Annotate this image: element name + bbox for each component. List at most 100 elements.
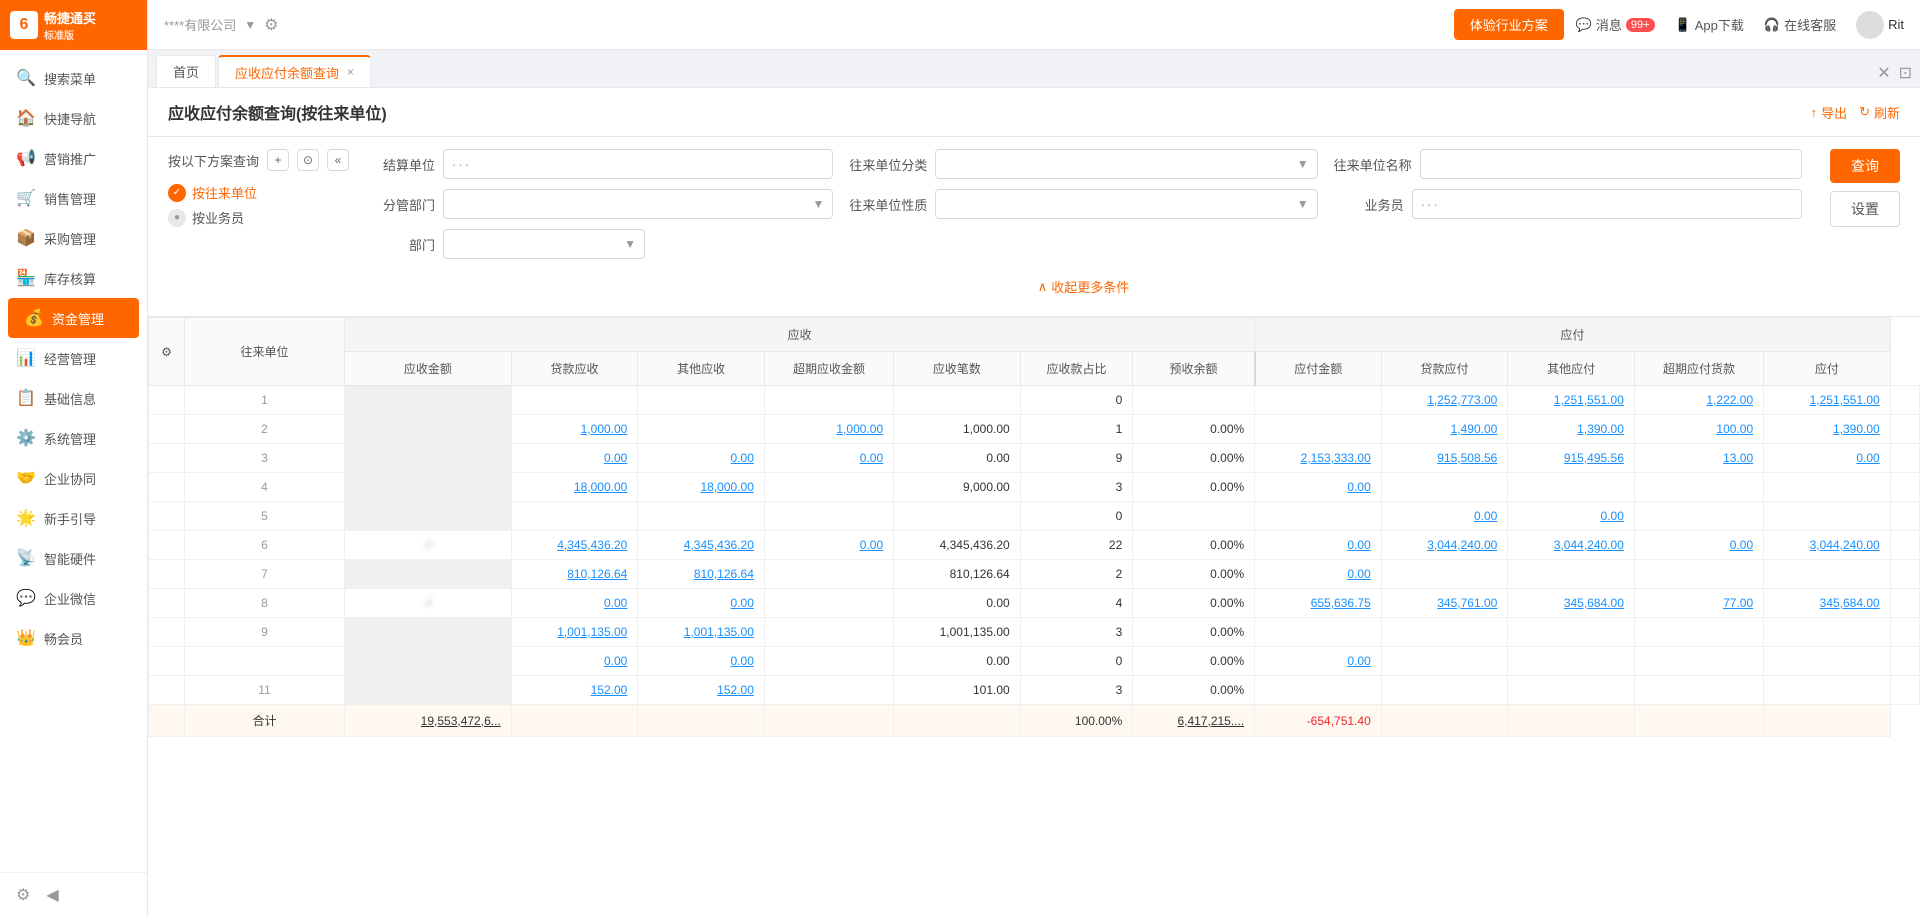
data-cell[interactable] [1508,676,1635,705]
data-cell[interactable] [1381,618,1508,647]
export-button[interactable]: ↑ 导出 [1811,103,1848,122]
data-cell[interactable]: 1,390.00 [1508,415,1635,444]
data-cell[interactable] [638,502,765,531]
footer-recv-amount[interactable]: 19,553,472,6... [345,705,512,737]
data-cell[interactable]: 345,684.00 [1508,589,1635,618]
data-cell[interactable] [764,473,893,502]
data-cell[interactable] [764,589,893,618]
data-cell[interactable]: 345,684.00 [1764,589,1891,618]
partner-category-input[interactable]: ▼ [935,149,1317,179]
data-cell[interactable] [1255,386,1382,415]
settings-footer-icon[interactable]: ⚙ [16,885,30,905]
data-cell[interactable]: 915,495.56 [1508,444,1635,473]
data-cell[interactable] [1381,473,1508,502]
data-cell[interactable]: 100.00 [1634,415,1763,444]
user-profile[interactable]: Rit [1856,11,1904,39]
tab-close-icon[interactable]: × [347,65,354,79]
data-cell[interactable]: 0.00 [764,531,893,560]
data-cell[interactable]: 0.00 [1764,444,1891,473]
app-download-button[interactable]: 📱 App下载 [1675,15,1744,34]
data-cell[interactable]: 1,001,135.00 [511,618,638,647]
data-cell[interactable]: 0.00 [511,589,638,618]
filter-option-salesman[interactable]: ● 按业务员 [168,208,244,227]
data-cell[interactable]: 18,000.00 [638,473,765,502]
data-cell[interactable] [1634,647,1763,676]
data-cell[interactable]: 13.00 [1634,444,1763,473]
sidebar-item-wechat[interactable]: 💬 企业微信 [0,578,147,618]
data-cell[interactable]: 1,000.00 [764,415,893,444]
data-cell[interactable]: 810,126.64 [511,560,638,589]
data-cell[interactable] [1634,618,1763,647]
sidebar-item-operations[interactable]: 📊 经营管理 [0,338,147,378]
data-cell[interactable]: 1,252,773.00 [1381,386,1508,415]
data-cell[interactable]: 4,345,436.20 [511,531,638,560]
data-cell[interactable] [1508,618,1635,647]
data-cell[interactable] [1764,560,1891,589]
header-gear-icon[interactable]: ⚙ [264,15,278,35]
refresh-button[interactable]: ↻ 刷新 [1859,103,1900,122]
data-cell[interactable]: 345,761.00 [1381,589,1508,618]
data-cell[interactable] [1508,647,1635,676]
settlement-unit-input[interactable]: ··· [443,149,833,179]
data-cell[interactable]: 915,508.56 [1381,444,1508,473]
table-area[interactable]: ⚙ 往来单位 应收 应付 应收金额 贷款应收 其他应收 超期应收金额 应收笔数 … [148,317,1920,917]
data-cell[interactable] [1255,415,1382,444]
data-cell[interactable]: 3,044,240.00 [1764,531,1891,560]
data-cell[interactable]: 1,490.00 [1381,415,1508,444]
data-cell[interactable]: 0.00 [1255,647,1382,676]
sidebar-item-basic-info[interactable]: 📋 基础信息 [0,378,147,418]
tab-receivable-payable[interactable]: 应收应付余额查询 × [218,55,371,87]
data-cell[interactable]: 0.00 [1255,531,1382,560]
salesman-input[interactable]: ··· [1412,189,1802,219]
data-cell[interactable]: 0.00 [638,647,765,676]
data-cell[interactable] [638,386,765,415]
data-cell[interactable] [1255,502,1382,531]
data-cell[interactable] [1634,560,1763,589]
collapse-sidebar-icon[interactable]: ◀ [46,885,58,905]
data-cell[interactable] [764,386,893,415]
sidebar-item-search[interactable]: 🔍 搜索菜单 [0,58,147,98]
data-cell[interactable] [764,618,893,647]
data-cell[interactable] [1764,647,1891,676]
data-cell[interactable]: 1,222.00 [1634,386,1763,415]
sidebar-item-quick-nav[interactable]: 🏠 快捷导航 [0,98,147,138]
table-settings-col[interactable]: ⚙ [149,318,185,386]
sidebar-item-marketing[interactable]: 📢 营销推广 [0,138,147,178]
data-cell[interactable] [764,647,893,676]
data-cell[interactable] [764,560,893,589]
data-cell[interactable] [1764,502,1891,531]
data-cell[interactable]: 0.00 [511,647,638,676]
data-cell[interactable]: 0.00 [1255,473,1382,502]
data-cell[interactable] [1255,618,1382,647]
sidebar-item-sales[interactable]: 🛒 销售管理 [0,178,147,218]
dept-input[interactable]: ▼ [443,229,645,259]
data-cell[interactable] [1508,560,1635,589]
partner-nature-input[interactable]: ▼ [935,189,1317,219]
filter-settings-button[interactable]: ⊙ [297,149,319,171]
data-cell[interactable]: 1,000.00 [511,415,638,444]
data-cell[interactable]: 3,044,240.00 [1381,531,1508,560]
data-cell[interactable] [1764,618,1891,647]
data-cell[interactable] [1381,676,1508,705]
data-cell[interactable]: 1,390.00 [1764,415,1891,444]
tab-maximize-icon[interactable]: ⊡ [1899,63,1912,83]
data-cell[interactable] [1381,560,1508,589]
sidebar-item-system[interactable]: ⚙️ 系统管理 [0,418,147,458]
sidebar-item-enterprise[interactable]: 🤝 企业协同 [0,458,147,498]
data-cell[interactable]: 4,345,436.20 [638,531,765,560]
data-cell[interactable] [1634,473,1763,502]
data-cell[interactable] [1381,647,1508,676]
footer-recv-advance[interactable]: 6,417,215.... [1133,705,1255,737]
data-cell[interactable]: 1,251,551.00 [1764,386,1891,415]
data-cell[interactable]: 77.00 [1634,589,1763,618]
sidebar-item-inventory[interactable]: 🏪 库存核算 [0,258,147,298]
sidebar-item-hardware[interactable]: 📡 智能硬件 [0,538,147,578]
sidebar-item-finance[interactable]: 💰 资金管理 [8,298,139,338]
data-cell[interactable] [511,386,638,415]
sidebar-item-vip[interactable]: 👑 畅会员 [0,618,147,658]
data-cell[interactable]: 0.00 [638,589,765,618]
tab-close-window-icon[interactable]: ✕ [1877,63,1890,83]
online-service-button[interactable]: 🎧 在线客服 [1764,15,1836,34]
sidebar-item-purchase[interactable]: 📦 采购管理 [0,218,147,258]
data-cell[interactable]: 1,001,135.00 [638,618,765,647]
